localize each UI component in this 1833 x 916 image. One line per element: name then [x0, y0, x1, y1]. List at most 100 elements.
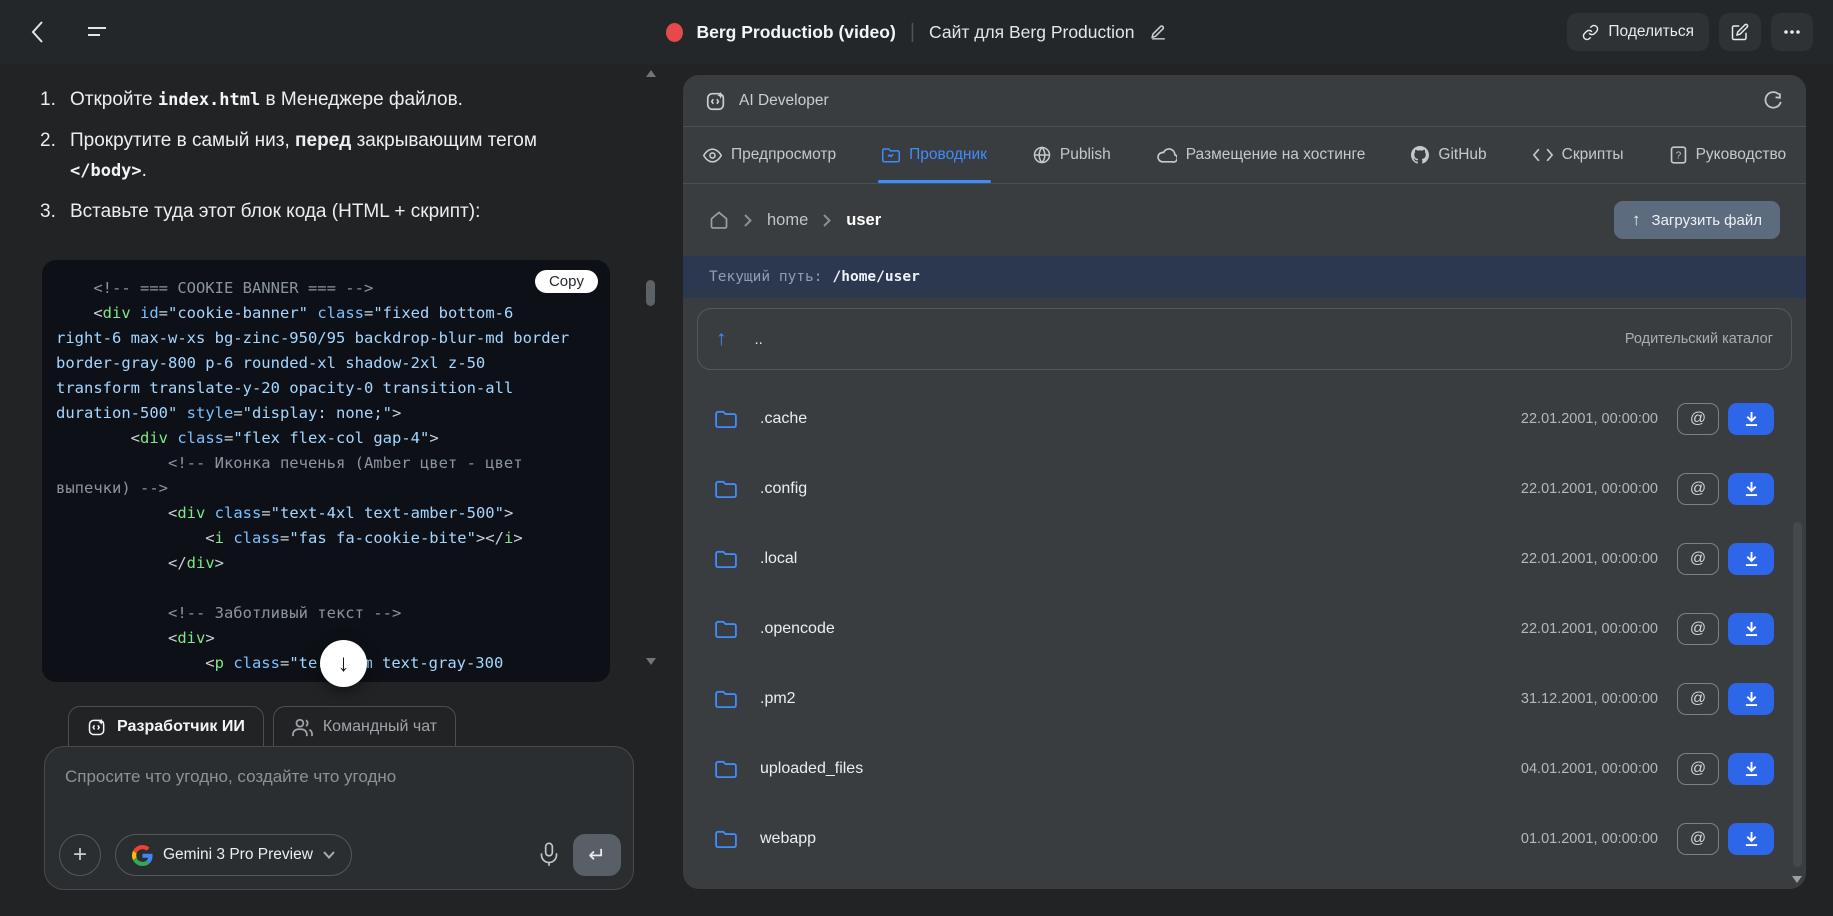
file-list: .cache 22.01.2001, 00:00:00 @ .config 22…	[697, 384, 1792, 874]
ai-developer-panel: AI Developer Предпросмотр Проводник Publ…	[683, 75, 1806, 889]
file-at-button[interactable]: @	[1677, 613, 1719, 645]
download-icon	[1744, 481, 1759, 497]
rename-pencil-icon[interactable]	[1149, 23, 1168, 42]
message-composer[interactable]: Спросите что угодно, создайте что угодно…	[44, 746, 634, 890]
file-name[interactable]: uploaded_files	[760, 760, 863, 778]
breadcrumb: home user	[709, 210, 881, 230]
file-download-button[interactable]	[1728, 473, 1774, 505]
more-options-button[interactable]	[1771, 13, 1813, 51]
upload-arrow-icon: ↑	[1632, 210, 1641, 229]
model-selector[interactable]: Gemini 3 Pro Preview	[115, 834, 352, 876]
file-download-button[interactable]	[1728, 753, 1774, 785]
tab-team-chat[interactable]: Командный чат	[272, 706, 457, 747]
upload-file-button[interactable]: ↑ Загрузить файл	[1614, 201, 1780, 239]
recording-status-dot	[665, 22, 683, 42]
composer-placeholder[interactable]: Спросите что угодно, создайте что угодно	[45, 747, 633, 787]
file-at-button[interactable]: @	[1677, 403, 1719, 435]
tab-guide[interactable]: ? Руководство	[1670, 127, 1786, 183]
file-row[interactable]: .opencode 22.01.2001, 00:00:00 @	[697, 594, 1792, 664]
folder-icon	[715, 480, 737, 498]
file-at-button[interactable]: @	[1677, 683, 1719, 715]
microphone-icon[interactable]	[539, 842, 559, 868]
google-logo-icon	[132, 844, 153, 866]
folder-icon	[715, 830, 737, 848]
code-icon	[1532, 148, 1553, 162]
tab-github[interactable]: GitHub	[1411, 127, 1487, 183]
reload-icon[interactable]	[1762, 90, 1784, 112]
folder-icon	[715, 690, 737, 708]
github-icon	[1411, 146, 1430, 164]
tab-label: Проводник	[909, 146, 987, 163]
hamburger-icon	[88, 26, 106, 38]
breadcrumb-user[interactable]: user	[846, 211, 881, 230]
home-icon[interactable]	[709, 210, 729, 230]
file-name[interactable]: .opencode	[760, 620, 835, 638]
file-download-button[interactable]	[1728, 403, 1774, 435]
download-icon	[1744, 551, 1759, 567]
ellipsis-icon	[1783, 29, 1801, 35]
file-row[interactable]: webapp 01.01.2001, 00:00:00 @	[697, 804, 1792, 874]
file-row[interactable]: .cache 22.01.2001, 00:00:00 @	[697, 384, 1792, 454]
edit-button[interactable]	[1719, 13, 1761, 51]
file-at-button[interactable]: @	[1677, 543, 1719, 575]
file-at-button[interactable]: @	[1677, 753, 1719, 785]
file-name[interactable]: .cache	[760, 410, 807, 428]
parent-directory-row[interactable]: ↑ .. Родительский каталог	[697, 308, 1792, 370]
share-button-label: Поделиться	[1608, 23, 1694, 40]
arrow-up-icon: ↑	[716, 327, 727, 350]
tab-preview[interactable]: Предпросмотр	[703, 127, 836, 183]
chat-scrollbar-thumb[interactable]	[646, 280, 655, 306]
folder-icon	[715, 550, 737, 568]
title-separator: |	[909, 20, 916, 43]
file-row[interactable]: .pm2 31.12.2001, 00:00:00 @	[697, 664, 1792, 734]
tab-scripts[interactable]: Скрипты	[1532, 127, 1624, 183]
attach-button[interactable]: +	[59, 834, 101, 876]
file-date: 31.12.2001, 00:00:00	[1520, 691, 1658, 707]
scroll-to-bottom-button[interactable]: ↓	[320, 640, 367, 687]
file-at-button[interactable]: @	[1677, 473, 1719, 505]
upload-button-label: Загрузить файл	[1651, 211, 1762, 229]
share-button[interactable]: Поделиться	[1567, 13, 1709, 51]
file-row[interactable]: .config 22.01.2001, 00:00:00 @	[697, 454, 1792, 524]
arrow-down-icon: ↓	[337, 649, 350, 677]
tab-explorer[interactable]: Проводник	[878, 127, 991, 183]
file-row[interactable]: uploaded_files 04.01.2001, 00:00:00 @	[697, 734, 1792, 804]
scroll-down-arrow-icon[interactable]	[1792, 876, 1802, 883]
plus-icon: +	[72, 841, 87, 868]
chat-mode-tabs: Разработчик ИИ Командный чат	[68, 706, 457, 747]
file-name[interactable]: .config	[760, 480, 807, 498]
file-download-button[interactable]	[1728, 823, 1774, 855]
tab-label: GitHub	[1438, 146, 1487, 163]
scroll-up-arrow-icon[interactable]	[646, 70, 656, 77]
instruction-number: 1.	[40, 89, 56, 110]
file-at-button[interactable]: @	[1677, 823, 1719, 855]
file-download-button[interactable]	[1728, 683, 1774, 715]
menu-button[interactable]	[80, 15, 114, 49]
instruction-text: Вставьте туда этот блок кода (HTML + скр…	[70, 201, 481, 222]
path-label: Текущий путь:	[709, 269, 823, 285]
file-download-button[interactable]	[1728, 613, 1774, 645]
breadcrumb-home[interactable]: home	[767, 211, 808, 230]
file-name[interactable]: webapp	[760, 830, 816, 848]
tab-ai-developer[interactable]: Разработчик ИИ	[68, 706, 264, 747]
send-button[interactable]: ↵	[573, 834, 621, 876]
file-name[interactable]: .pm2	[760, 690, 796, 708]
back-button[interactable]	[20, 15, 54, 49]
file-row[interactable]: .local 22.01.2001, 00:00:00 @	[697, 524, 1792, 594]
svg-text:?: ?	[1675, 151, 1681, 162]
scroll-down-arrow-icon[interactable]	[646, 658, 656, 665]
cloud-icon	[1156, 147, 1177, 163]
parent-directory-name: ..	[754, 330, 763, 348]
file-list-scrollbar[interactable]	[1793, 522, 1802, 867]
chat-scrollbar[interactable]	[645, 68, 656, 668]
file-download-button[interactable]	[1728, 543, 1774, 575]
file-date: 22.01.2001, 00:00:00	[1520, 411, 1658, 427]
app-window: Berg Productiob (video) | Сайт для Berg …	[0, 0, 1833, 916]
tab-hosting[interactable]: Размещение на хостинге	[1156, 127, 1365, 183]
tab-publish[interactable]: Publish	[1033, 127, 1111, 183]
download-icon	[1744, 621, 1759, 637]
tab-label: Командный чат	[322, 718, 438, 735]
inline-code: index.html	[157, 90, 261, 110]
copy-code-button[interactable]: Copy	[534, 270, 598, 293]
file-name[interactable]: .local	[760, 550, 797, 568]
